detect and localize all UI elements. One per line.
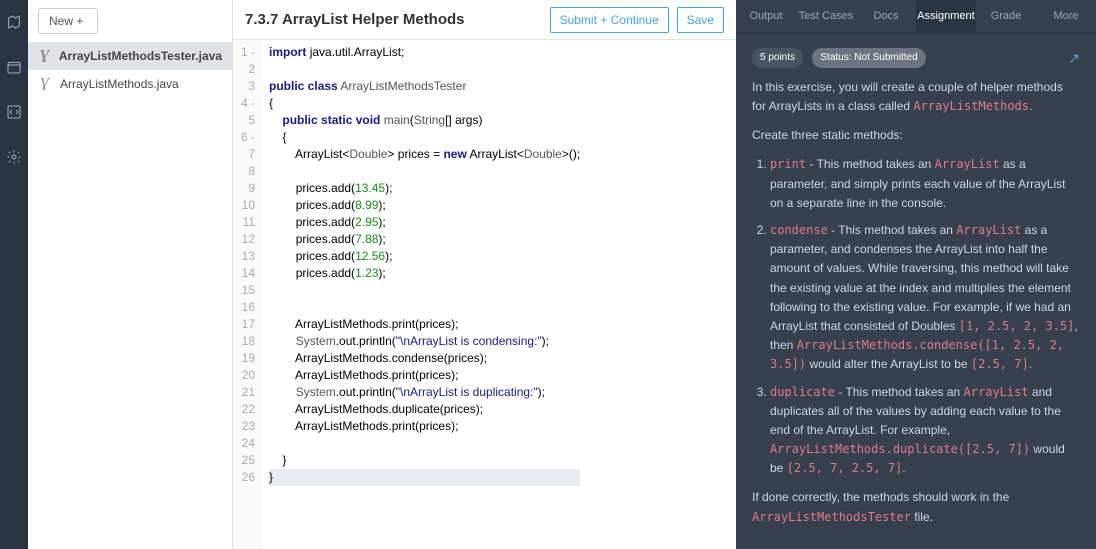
assignment-panel: OutputTest CasesDocsAssignmentGradeMore … xyxy=(736,0,1096,549)
line-gutter: 1 -2 3 4 -5 6 -7 8 9 10 11 12 13 14 15 1… xyxy=(233,40,263,549)
file-name: ArrayListMethodsTester.java xyxy=(59,49,222,63)
method-item: print - This method takes an ArrayList a… xyxy=(770,155,1080,213)
new-file-button[interactable]: New + xyxy=(38,8,98,34)
calendar-icon[interactable] xyxy=(2,55,26,84)
save-button[interactable]: Save xyxy=(677,7,724,33)
submit-continue-button[interactable]: Submit + Continue xyxy=(550,7,669,33)
code-text[interactable]: import java.util.ArrayList; public class… xyxy=(263,40,586,549)
code-icon[interactable] xyxy=(2,100,26,129)
create-heading: Create three static methods: xyxy=(752,126,1080,145)
file-name: ArrayListMethods.java xyxy=(60,77,179,91)
tab-grade[interactable]: Grade xyxy=(976,0,1036,32)
outro-text: If done correctly, the methods should wo… xyxy=(752,488,1080,526)
method-item: duplicate - This method takes an ArrayLi… xyxy=(770,383,1080,479)
tab-assignment[interactable]: Assignment xyxy=(916,0,976,32)
file-item[interactable]: Ɣ ArrayListMethods.java xyxy=(28,70,232,98)
tab-output[interactable]: Output xyxy=(736,0,796,32)
tab-more[interactable]: More xyxy=(1036,0,1096,32)
tab-test-cases[interactable]: Test Cases xyxy=(796,0,856,32)
java-icon: Ɣ xyxy=(38,76,52,92)
nav-icon[interactable] xyxy=(2,10,26,39)
file-panel: New + Ɣ ArrayListMethodsTester.java Ɣ Array… xyxy=(28,0,233,549)
exercise-title: 7.3.7 ArrayList Helper Methods xyxy=(245,11,542,28)
java-icon: Ɣ xyxy=(38,48,51,64)
intro-text: In this exercise, you will create a coup… xyxy=(752,78,1080,116)
panel-tabs: OutputTest CasesDocsAssignmentGradeMore xyxy=(736,0,1096,33)
methods-list: print - This method takes an ArrayList a… xyxy=(770,155,1080,478)
file-list: Ɣ ArrayListMethodsTester.java Ɣ ArrayListMe… xyxy=(28,42,232,98)
tab-docs[interactable]: Docs xyxy=(856,0,916,32)
status-pill: Status: Not Submitted xyxy=(812,48,925,68)
gear-icon[interactable] xyxy=(2,145,26,174)
left-rail xyxy=(0,0,28,549)
file-item[interactable]: Ɣ ArrayListMethodsTester.java xyxy=(28,42,232,70)
code-editor[interactable]: 1 -2 3 4 -5 6 -7 8 9 10 11 12 13 14 15 1… xyxy=(233,40,736,549)
editor-header: 7.3.7 ArrayList Helper Methods Submit + … xyxy=(233,0,736,40)
points-pill: 5 points xyxy=(752,48,803,68)
external-link-icon[interactable]: ↗ xyxy=(1068,47,1080,69)
editor-panel: 7.3.7 ArrayList Helper Methods Submit + … xyxy=(233,0,736,549)
method-item: condense - This method takes an ArrayLis… xyxy=(770,221,1080,375)
assignment-content: 5 points Status: Not Submitted ↗ In this… xyxy=(736,33,1096,549)
